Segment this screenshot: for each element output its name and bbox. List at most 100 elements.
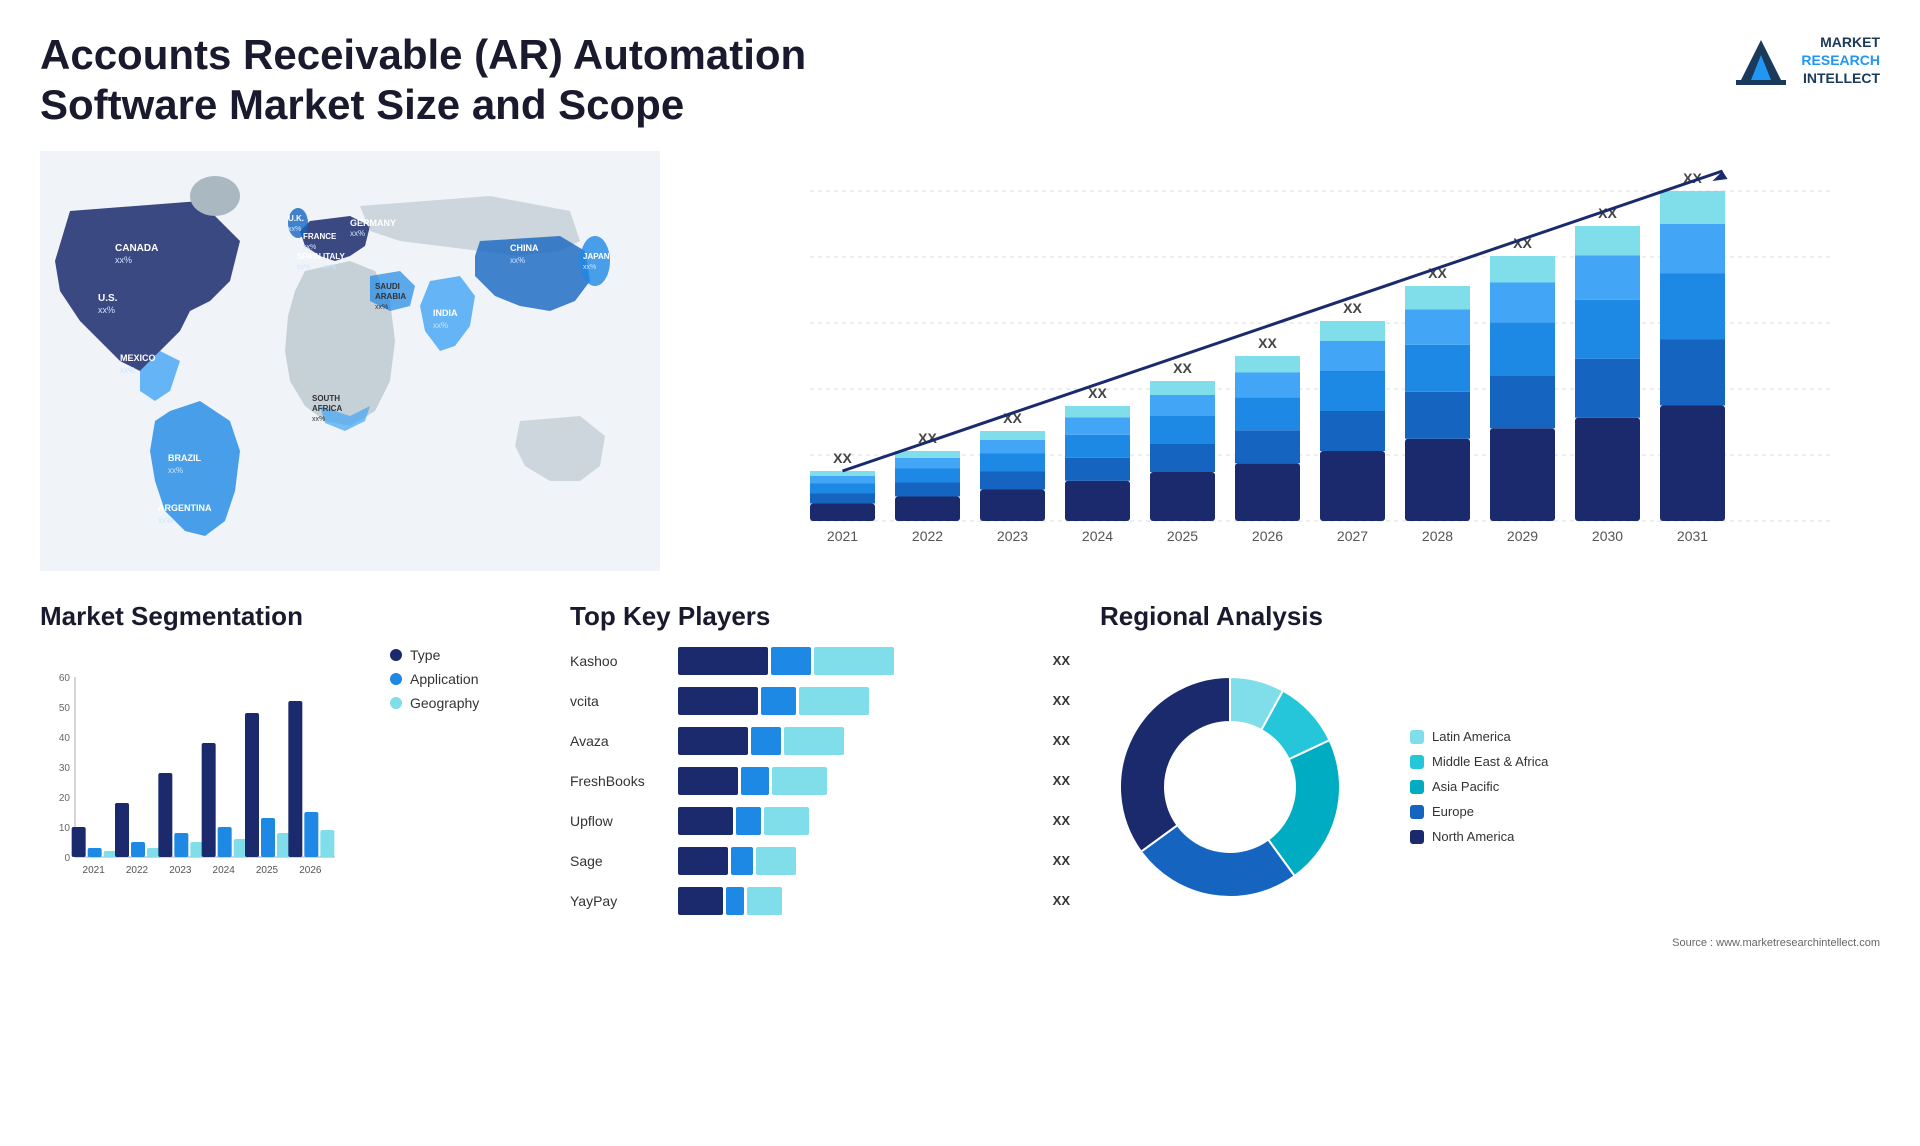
svg-text:xx%: xx% — [168, 466, 183, 475]
regional-legend-asia-pacific: Asia Pacific — [1410, 779, 1548, 794]
player-bars — [678, 767, 1040, 795]
logo-area: MARKET RESEARCH INTELLECT — [1731, 30, 1880, 90]
player-row: FreshBooks XX — [570, 767, 1070, 795]
svg-text:2027: 2027 — [1337, 528, 1368, 544]
svg-text:xx%: xx% — [350, 229, 365, 238]
player-bar-segment — [747, 887, 782, 915]
legend-item-type: Type — [390, 647, 479, 663]
regional-label: Europe — [1432, 804, 1474, 819]
svg-text:2031: 2031 — [1677, 528, 1708, 544]
svg-text:2030: 2030 — [1592, 528, 1623, 544]
regional-legend-latin-america: Latin America — [1410, 729, 1548, 744]
legend-item-application: Application — [390, 671, 479, 687]
player-value: XX — [1053, 773, 1070, 788]
regional-dot — [1410, 755, 1424, 769]
source-text: Source : www.marketresearchintellect.com — [1100, 937, 1880, 949]
key-players-title: Top Key Players — [570, 601, 1070, 632]
player-bar-segment — [731, 847, 753, 875]
svg-text:INDIA: INDIA — [433, 308, 458, 318]
svg-text:JAPAN: JAPAN — [583, 252, 610, 261]
regional-title: Regional Analysis — [1100, 601, 1880, 632]
svg-text:60: 60 — [59, 673, 71, 684]
svg-text:SPAIN: SPAIN — [297, 252, 321, 261]
player-name: Sage — [570, 853, 670, 869]
regional-legend-europe: Europe — [1410, 804, 1548, 819]
player-bar-segment — [764, 807, 809, 835]
player-bar-segment — [784, 727, 844, 755]
page-container: Accounts Receivable (AR) Automation Soft… — [0, 0, 1920, 1146]
legend-dot — [390, 697, 402, 709]
svg-text:XX: XX — [833, 450, 852, 466]
player-bar-segment — [799, 687, 869, 715]
legend-label: Application — [410, 671, 479, 687]
player-bar-segment — [756, 847, 796, 875]
player-bars — [678, 807, 1040, 835]
player-bar-segment — [678, 807, 733, 835]
player-row: UpflowXX — [570, 807, 1070, 835]
svg-text:U.S.: U.S. — [98, 293, 118, 304]
player-value: XX — [1053, 693, 1070, 708]
svg-text:AFRICA: AFRICA — [312, 404, 342, 413]
svg-text:2029: 2029 — [1507, 528, 1538, 544]
player-bars — [678, 687, 1040, 715]
svg-text:2021: 2021 — [83, 865, 106, 876]
player-bar-segment — [772, 767, 827, 795]
svg-text:FRANCE: FRANCE — [303, 232, 337, 241]
svg-text:SAUDI: SAUDI — [375, 282, 400, 291]
player-name: FreshBooks — [570, 773, 670, 789]
player-value: XX — [1053, 653, 1070, 668]
player-bars — [678, 727, 1040, 755]
svg-text:0: 0 — [64, 853, 70, 864]
legend-dot — [390, 649, 402, 661]
svg-text:50: 50 — [59, 703, 71, 714]
player-bar-segment — [678, 687, 758, 715]
legend-dot — [390, 673, 402, 685]
svg-text:CHINA: CHINA — [510, 243, 539, 253]
svg-text:U.K.: U.K. — [288, 214, 304, 223]
legend-item-geography: Geography — [390, 695, 479, 711]
page-title: Accounts Receivable (AR) Automation Soft… — [40, 30, 940, 131]
player-row: Sage XX — [570, 847, 1070, 875]
top-section: CANADA xx% U.S. xx% MEXICO xx% BRAZIL xx… — [40, 151, 1880, 571]
svg-text:SOUTH: SOUTH — [312, 394, 340, 403]
svg-text:ARABIA: ARABIA — [375, 292, 406, 301]
logo-icon — [1731, 30, 1791, 90]
player-row: vcitaXX — [570, 687, 1070, 715]
svg-text:XX: XX — [1258, 335, 1277, 351]
regional-legend: Latin America Middle East & Africa Asia Pa… — [1410, 729, 1548, 844]
player-bars — [678, 887, 1040, 915]
legend-label: Type — [410, 647, 440, 663]
bar-chart-container: XX2021XX2022XX2023XX2024XX2025XX2026XX20… — [700, 151, 1880, 571]
player-bar-segment — [678, 767, 738, 795]
svg-text:CANADA: CANADA — [115, 243, 158, 254]
svg-text:2023: 2023 — [997, 528, 1028, 544]
player-bar-segment — [678, 647, 768, 675]
player-value: XX — [1053, 893, 1070, 908]
svg-text:xx%: xx% — [583, 264, 596, 271]
player-bar-segment — [751, 727, 781, 755]
regional-dot — [1410, 805, 1424, 819]
player-bar-segment — [726, 887, 744, 915]
player-bar-segment — [771, 647, 811, 675]
player-bar-segment — [814, 647, 894, 675]
svg-text:MEXICO: MEXICO — [120, 353, 156, 363]
regional-label: Asia Pacific — [1432, 779, 1499, 794]
regional-legend-north-america: North America — [1410, 829, 1548, 844]
svg-text:10: 10 — [59, 823, 71, 834]
svg-text:xx%: xx% — [433, 321, 448, 330]
player-value: XX — [1053, 853, 1070, 868]
player-row: YayPayXX — [570, 887, 1070, 915]
player-bar-segment — [741, 767, 769, 795]
donut-chart — [1100, 647, 1380, 927]
player-value: XX — [1053, 813, 1070, 828]
svg-text:2024: 2024 — [1082, 528, 1113, 544]
svg-text:xx%: xx% — [323, 264, 336, 271]
svg-text:2024: 2024 — [213, 865, 236, 876]
svg-text:2025: 2025 — [1167, 528, 1198, 544]
regional-label: Middle East & Africa — [1432, 754, 1548, 769]
svg-text:xx%: xx% — [297, 264, 310, 271]
segmentation-section: Market Segmentation 01020304050602021202… — [40, 601, 540, 949]
svg-text:2022: 2022 — [912, 528, 943, 544]
svg-text:xx%: xx% — [98, 305, 115, 315]
svg-text:2028: 2028 — [1422, 528, 1453, 544]
